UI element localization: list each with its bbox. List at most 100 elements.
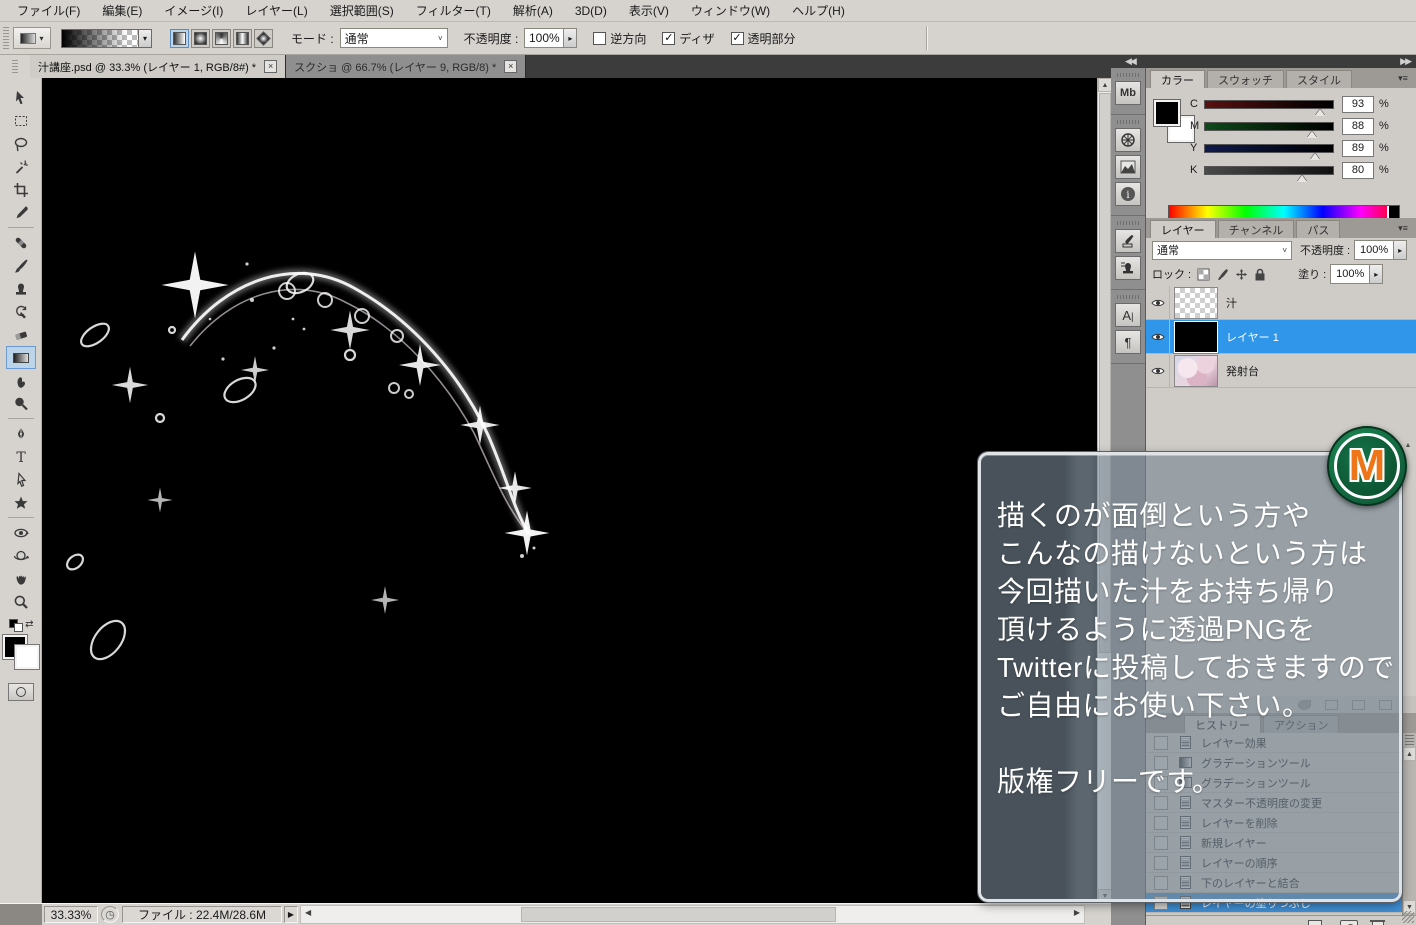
menu-window[interactable]: ウィンドウ(W): [680, 0, 781, 21]
layer-blend-mode-select[interactable]: 通常 ˅: [1152, 241, 1292, 260]
cyan-value-input[interactable]: 93: [1342, 96, 1374, 113]
pen-tool-button[interactable]: [6, 422, 36, 445]
menu-view[interactable]: 表示(V): [618, 0, 680, 21]
panel-menu-icon[interactable]: ▾≡: [1394, 222, 1412, 234]
menu-layer[interactable]: レイヤー(L): [234, 0, 318, 21]
status-flyout-button[interactable]: ▶: [284, 906, 298, 923]
resize-grip-icon[interactable]: [1402, 911, 1414, 923]
canvas-horizontal-scrollbar[interactable]: ◀ ▶: [300, 905, 1085, 924]
brush-presets-panel-button[interactable]: [1115, 229, 1141, 253]
visibility-toggle[interactable]: [1146, 354, 1170, 388]
layer-thumbnail[interactable]: [1174, 355, 1218, 387]
zoom-level-input[interactable]: 33.33%: [44, 906, 98, 923]
drag-handle[interactable]: [1117, 120, 1139, 124]
navigator-panel-button[interactable]: [1115, 128, 1141, 152]
path-select-tool-button[interactable]: [6, 468, 36, 491]
magenta-slider[interactable]: [1204, 122, 1334, 131]
histogram-panel-button[interactable]: [1115, 155, 1141, 179]
clone-stamp-tool-button[interactable]: [6, 277, 36, 300]
yellow-value-input[interactable]: 89: [1342, 140, 1374, 157]
tab-styles[interactable]: スタイル: [1286, 70, 1352, 88]
menu-edit[interactable]: 編集(E): [91, 0, 153, 21]
custom-shape-tool-button[interactable]: [6, 491, 36, 514]
tab-color[interactable]: カラー: [1150, 70, 1205, 88]
gradient-picker-button[interactable]: ▾: [139, 29, 152, 48]
file-size-indicator[interactable]: ファイル : 22.4M/28.6M: [122, 906, 282, 923]
layer-row-layer1[interactable]: レイヤー 1: [1146, 320, 1416, 354]
hand-tool-button[interactable]: [6, 567, 36, 590]
tab-layers[interactable]: レイヤー: [1150, 220, 1216, 238]
layer-name[interactable]: 汁: [1226, 295, 1237, 311]
yellow-slider-thumb[interactable]: [1310, 153, 1320, 160]
dither-checkbox[interactable]: ✓: [662, 32, 675, 45]
swap-colors-icon[interactable]: ⇄: [25, 619, 33, 630]
history-brush-tool-button[interactable]: [6, 300, 36, 323]
opacity-input[interactable]: 100%: [524, 28, 564, 48]
cyan-slider-thumb[interactable]: [1315, 109, 1325, 116]
new-snapshot-button[interactable]: [1340, 920, 1358, 925]
visibility-toggle[interactable]: [1146, 286, 1170, 320]
healing-brush-tool-button[interactable]: [6, 231, 36, 254]
lasso-tool-button[interactable]: [6, 132, 36, 155]
gradient-tool-button[interactable]: [6, 346, 36, 369]
black-slider[interactable]: [1204, 166, 1334, 175]
blend-mode-select[interactable]: 通常 ˅: [340, 28, 448, 48]
panel-menu-icon[interactable]: ▾≡: [1394, 72, 1412, 84]
lock-pixels-icon[interactable]: [1216, 268, 1229, 281]
tab-swatches[interactable]: スウォッチ: [1207, 70, 1284, 88]
doc-tab-active[interactable]: 汁講座.psd @ 33.3% (レイヤー 1, RGB/8#) * ×: [30, 55, 286, 78]
crop-tool-button[interactable]: [6, 178, 36, 201]
expand-panels-icon[interactable]: ▶▶: [1400, 56, 1410, 67]
layer-opacity-flyout[interactable]: ▸: [1394, 240, 1407, 260]
tab-paths[interactable]: パス: [1296, 220, 1340, 238]
paragraph-panel-button[interactable]: ¶: [1115, 330, 1141, 354]
lock-position-icon[interactable]: [1235, 268, 1248, 281]
mini-bridge-panel-button[interactable]: Mb: [1115, 81, 1141, 105]
menu-filter[interactable]: フィルター(T): [405, 0, 502, 21]
info-panel-button[interactable]: i: [1115, 182, 1141, 206]
transparency-checkbox[interactable]: ✓: [731, 32, 744, 45]
clone-source-panel-button[interactable]: [1115, 256, 1141, 280]
black-well[interactable]: [1387, 206, 1399, 218]
lock-all-icon[interactable]: [1254, 268, 1266, 281]
reverse-checkbox[interactable]: [593, 32, 606, 45]
move-tool-button[interactable]: [6, 86, 36, 109]
layer-fill-flyout[interactable]: ▸: [1370, 264, 1383, 284]
magenta-value-input[interactable]: 88: [1342, 118, 1374, 135]
delete-state-button[interactable]: [1372, 920, 1390, 925]
doc-tab-inactive[interactable]: スクショ @ 66.7% (レイヤー 9, RGB/8) * ×: [286, 55, 526, 78]
magic-wand-tool-button[interactable]: [6, 155, 36, 178]
drag-handle[interactable]: [1117, 295, 1139, 299]
magenta-slider-thumb[interactable]: [1307, 131, 1317, 138]
history-scrollbar[interactable]: ▲ ▼: [1402, 733, 1416, 915]
visibility-toggle[interactable]: [1146, 320, 1170, 354]
quick-mask-button[interactable]: [8, 683, 34, 701]
character-panel-button[interactable]: A|: [1115, 303, 1141, 327]
cyan-slider[interactable]: [1204, 100, 1334, 109]
zoom-tool-button[interactable]: [6, 590, 36, 613]
type-tool-button[interactable]: T: [6, 445, 36, 468]
black-slider-thumb[interactable]: [1297, 175, 1307, 182]
close-icon[interactable]: ×: [504, 60, 517, 73]
layer-name[interactable]: レイヤー 1: [1226, 329, 1279, 345]
gradient-type-angle-button[interactable]: [212, 29, 231, 48]
marquee-tool-button[interactable]: [6, 109, 36, 132]
drag-handle[interactable]: [1117, 221, 1139, 225]
document-canvas[interactable]: [42, 78, 1097, 903]
brush-tool-button[interactable]: [6, 254, 36, 277]
dodge-tool-button[interactable]: [6, 392, 36, 415]
eraser-tool-button[interactable]: [6, 323, 36, 346]
black-value-input[interactable]: 80: [1342, 162, 1374, 179]
layer-thumbnail[interactable]: [1174, 287, 1218, 319]
color-ramp[interactable]: [1168, 205, 1400, 219]
layer-fill-input[interactable]: 100%: [1330, 264, 1370, 284]
options-drag-handle[interactable]: [3, 27, 9, 49]
layer-row-hasshadai[interactable]: 発射台: [1146, 354, 1416, 388]
collapse-panels-icon[interactable]: ◀◀: [1125, 56, 1135, 67]
background-color-swatch[interactable]: [15, 645, 39, 669]
drag-handle[interactable]: [1117, 73, 1139, 77]
eyedropper-tool-button[interactable]: [6, 201, 36, 224]
horizontal-scroll-thumb[interactable]: [521, 907, 836, 922]
smudge-tool-button[interactable]: [6, 369, 36, 392]
layer-row-shiru[interactable]: 汁: [1146, 286, 1416, 320]
